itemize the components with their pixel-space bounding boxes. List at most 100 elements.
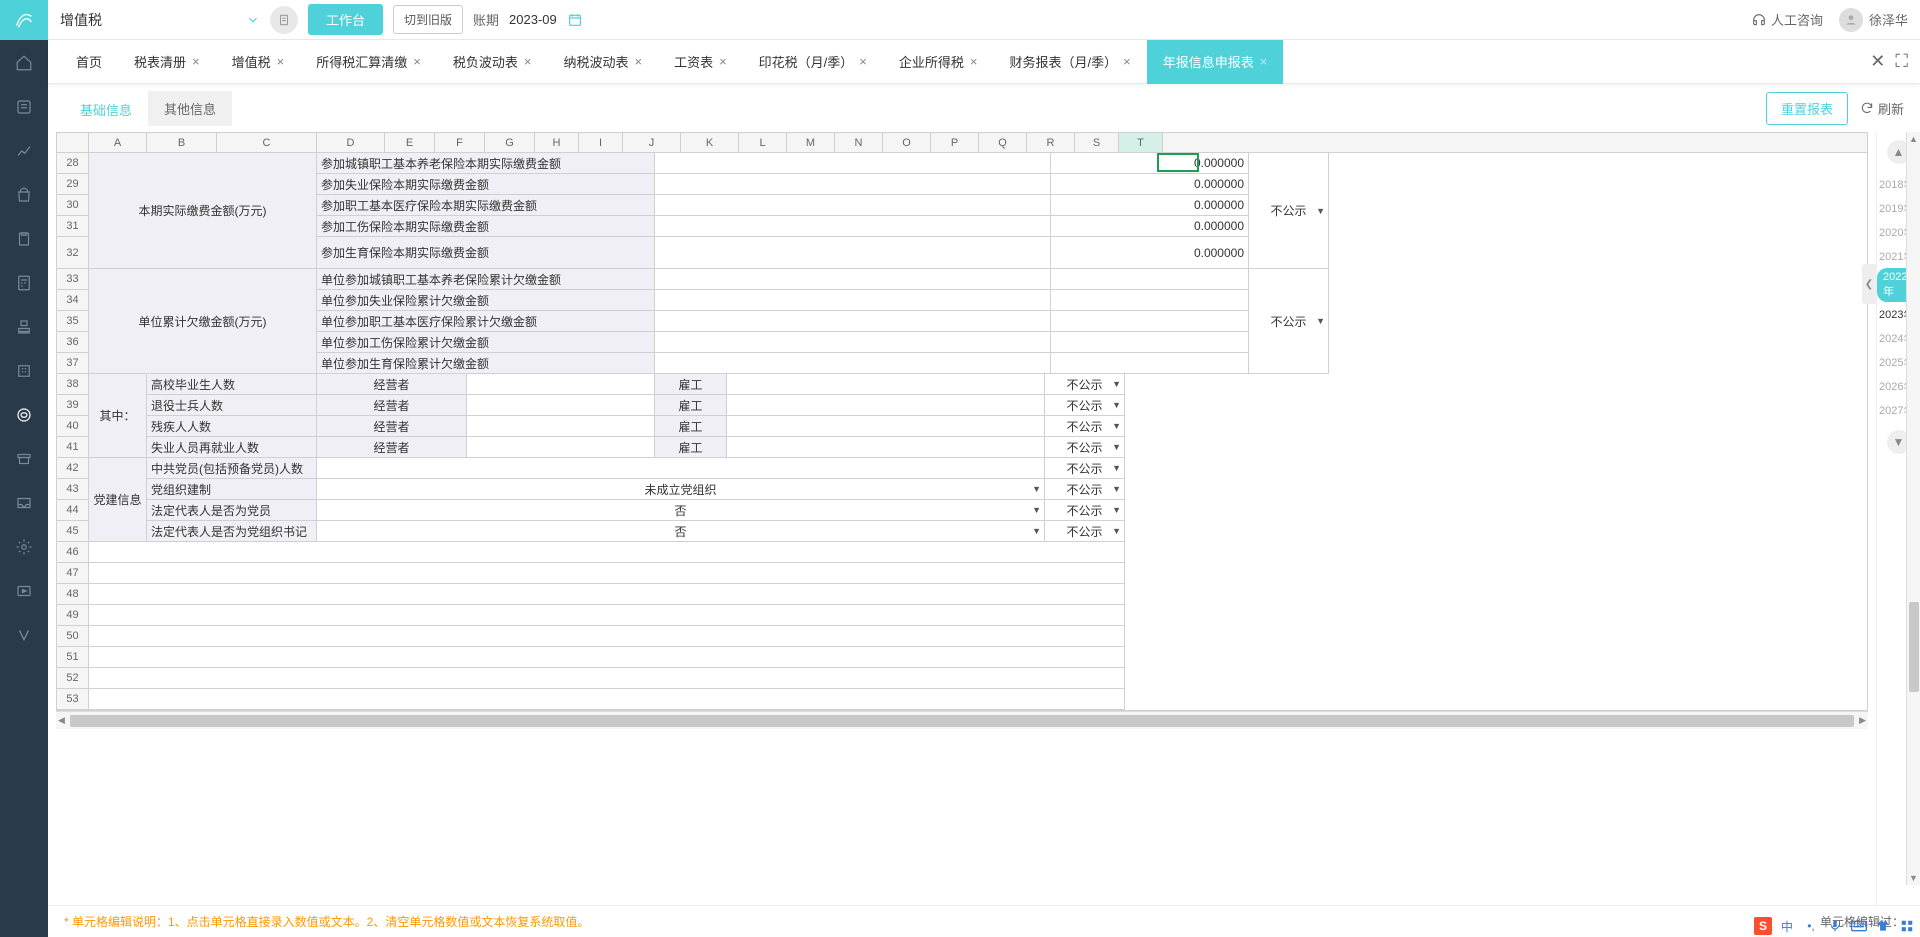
row-header[interactable]: 35 — [57, 311, 89, 332]
cell[interactable]: 经营者 — [317, 395, 467, 416]
cell[interactable] — [655, 311, 1051, 332]
cell[interactable]: 不公示▼ — [1045, 521, 1125, 542]
cell[interactable] — [317, 458, 1045, 479]
cell[interactable]: 退役士兵人数 — [147, 395, 317, 416]
horizontal-scrollbar[interactable]: ◀▶ — [56, 711, 1868, 729]
close-all-tabs-icon[interactable]: ✕ — [1870, 51, 1885, 72]
cell[interactable] — [1051, 269, 1249, 290]
tab-close-icon[interactable]: × — [970, 54, 978, 69]
col-header[interactable]: S — [1075, 133, 1119, 152]
col-header[interactable]: F — [435, 133, 485, 152]
reset-button[interactable]: 重置报表 — [1766, 92, 1848, 125]
company-selector[interactable]: 增值税 — [60, 10, 260, 30]
tab-0[interactable]: 首页 — [60, 40, 118, 84]
ime-skin-icon[interactable] — [1874, 917, 1892, 935]
col-header[interactable]: L — [739, 133, 787, 152]
tab-close-icon[interactable]: × — [524, 54, 532, 69]
col-header[interactable]: M — [787, 133, 835, 152]
cell[interactable] — [1051, 332, 1249, 353]
doc-icon[interactable] — [270, 6, 298, 34]
cell[interactable] — [727, 416, 1045, 437]
cell[interactable]: 不公示▼ — [1045, 479, 1125, 500]
cell[interactable] — [655, 195, 1051, 216]
tab-2[interactable]: 增值税× — [216, 40, 301, 84]
workspace-button[interactable]: 工作台 — [308, 4, 383, 35]
col-header[interactable]: J — [623, 133, 681, 152]
cell[interactable]: 不公示▼ — [1045, 416, 1125, 437]
vertical-scrollbar[interactable]: ▲▼ — [1906, 132, 1920, 885]
col-header[interactable]: E — [385, 133, 435, 152]
cell[interactable]: 0.000000 — [1051, 237, 1249, 269]
cell[interactable] — [727, 395, 1045, 416]
subtab-other[interactable]: 其他信息 — [148, 91, 232, 126]
col-header[interactable]: O — [883, 133, 931, 152]
row-header[interactable]: 48 — [57, 584, 89, 605]
cell[interactable] — [655, 174, 1051, 195]
nav-chart-icon[interactable] — [0, 136, 48, 166]
subtab-basic[interactable]: 基础信息 — [64, 90, 148, 127]
row-header[interactable]: 41 — [57, 437, 89, 458]
cell[interactable]: 不公示▼ — [1045, 500, 1125, 521]
row-header[interactable]: 34 — [57, 290, 89, 311]
cell[interactable]: 雇工 — [655, 437, 727, 458]
cell[interactable] — [89, 689, 1125, 710]
col-header[interactable]: K — [681, 133, 739, 152]
tab-6[interactable]: 工资表× — [658, 40, 743, 84]
cell[interactable]: 单位参加失业保险累计欠缴金额 — [317, 290, 655, 311]
cell[interactable]: 否▼ — [317, 521, 1045, 542]
cell[interactable] — [89, 563, 1125, 584]
cell[interactable]: 经营者 — [317, 416, 467, 437]
cell[interactable]: 法定代表人是否为党组织书记 — [147, 521, 317, 542]
cell[interactable]: 雇工 — [655, 416, 727, 437]
cell[interactable]: 党建信息 — [89, 458, 147, 542]
cell[interactable]: 经营者 — [317, 374, 467, 395]
tab-9[interactable]: 财务报表（月/季）× — [994, 40, 1147, 84]
ime-mic-icon[interactable] — [1826, 917, 1844, 935]
row-header[interactable]: 44 — [57, 500, 89, 521]
cell[interactable] — [1051, 290, 1249, 311]
cell[interactable] — [1051, 353, 1249, 374]
nav-calculator-icon[interactable] — [0, 268, 48, 298]
col-header[interactable]: H — [535, 133, 579, 152]
cell[interactable]: 单位参加生育保险累计欠缴金额 — [317, 353, 655, 374]
cell[interactable]: 单位累计欠缴金额(万元) — [89, 269, 317, 374]
cell[interactable]: 其中： — [89, 374, 147, 458]
nav-clipboard-icon[interactable] — [0, 224, 48, 254]
cell[interactable] — [89, 605, 1125, 626]
cell[interactable]: 党组织建制 — [147, 479, 317, 500]
row-header[interactable]: 43 — [57, 479, 89, 500]
cell[interactable]: 本期实际缴费金额(万元) — [89, 153, 317, 269]
col-header[interactable]: C — [217, 133, 317, 152]
row-header[interactable]: 45 — [57, 521, 89, 542]
col-header[interactable]: Q — [979, 133, 1027, 152]
ime-tools-icon[interactable] — [1898, 917, 1916, 935]
row-header[interactable]: 51 — [57, 647, 89, 668]
cell[interactable]: 参加生育保险本期实际缴费金额 — [317, 237, 655, 269]
tab-close-icon[interactable]: × — [859, 54, 867, 69]
cell[interactable]: 未成立党组织▼ — [317, 479, 1045, 500]
row-header[interactable]: 37 — [57, 353, 89, 374]
cell[interactable] — [467, 437, 655, 458]
cell[interactable] — [655, 237, 1051, 269]
cell[interactable] — [727, 437, 1045, 458]
cell[interactable] — [727, 374, 1045, 395]
tab-close-icon[interactable]: × — [413, 54, 421, 69]
tab-4[interactable]: 税负波动表× — [437, 40, 548, 84]
cell[interactable]: 法定代表人是否为党员 — [147, 500, 317, 521]
cell[interactable]: 经营者 — [317, 437, 467, 458]
row-header[interactable]: 32 — [57, 237, 89, 269]
year-rail-collapse[interactable]: ❮ — [1862, 264, 1876, 304]
col-header[interactable]: B — [147, 133, 217, 152]
tab-5[interactable]: 纳税波动表× — [547, 40, 658, 84]
col-header[interactable]: P — [931, 133, 979, 152]
cell[interactable] — [89, 647, 1125, 668]
nav-video-icon[interactable] — [0, 576, 48, 606]
calendar-icon[interactable] — [567, 12, 583, 28]
tab-close-icon[interactable]: × — [719, 54, 727, 69]
cell[interactable]: 0.000000 — [1051, 174, 1249, 195]
col-header[interactable]: D — [317, 133, 385, 152]
tab-8[interactable]: 企业所得税× — [883, 40, 994, 84]
cell[interactable]: 失业人员再就业人数 — [147, 437, 317, 458]
cell[interactable] — [655, 332, 1051, 353]
refresh-button[interactable]: 刷新 — [1860, 99, 1904, 118]
